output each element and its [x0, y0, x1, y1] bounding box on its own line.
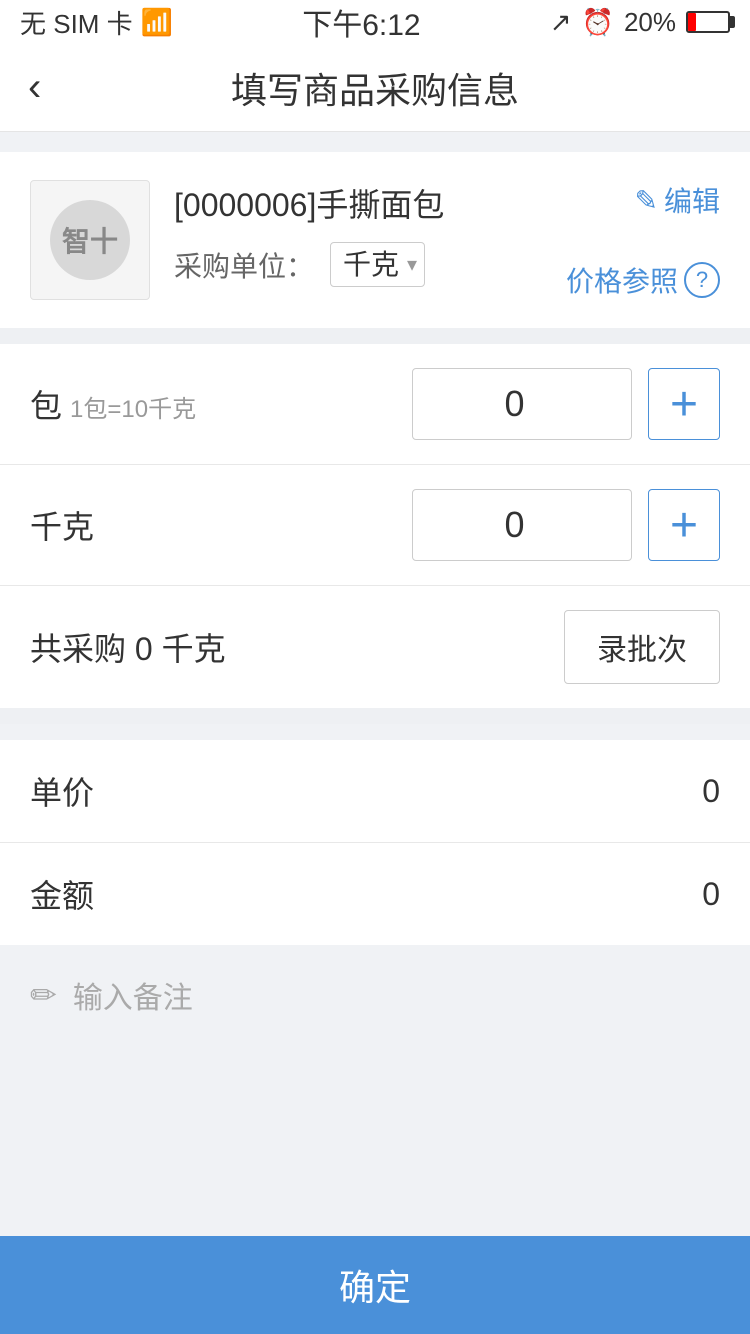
bao-sublabel: 1包=10千克	[70, 396, 196, 423]
location-icon: ↗	[550, 7, 572, 38]
section-divider-2	[0, 708, 750, 724]
product-title: 手撕面包	[316, 187, 444, 223]
bao-plus-button[interactable]: +	[648, 368, 720, 440]
summary-row: 共采购 0 千克 录批次	[0, 586, 750, 708]
unit-label: 采购单位：	[174, 245, 314, 285]
unit-select-wrapper[interactable]: 千克 克 包	[330, 242, 425, 287]
summary-prefix: 共采购	[30, 631, 126, 667]
status-bar-right: ↗ ⏰ 20%	[550, 7, 730, 38]
notes-placeholder: 输入备注	[73, 973, 193, 1017]
kg-input-wrapper: +	[170, 489, 720, 561]
alarm-icon: ⏰	[582, 7, 614, 38]
status-bar-time: 下午6:12	[302, 0, 420, 44]
sim-status: 无 SIM 卡	[20, 4, 133, 41]
input-section: 包1包=10千克 + 千克 + 共采购 0 千克 录批次	[0, 344, 750, 708]
unit-select[interactable]: 千克 克 包	[330, 242, 425, 287]
product-card: 智十 [0000006]手撕面包 采购单位： 千克 克 包 ✎ 编辑 价格参照 …	[0, 152, 750, 328]
summary-unit: 千克	[162, 631, 226, 667]
bottom-spacer	[0, 1045, 750, 1143]
batch-button[interactable]: 录批次	[564, 610, 720, 684]
amount-label: 金额	[30, 871, 94, 917]
status-bar: 无 SIM 卡 📶 下午6:12 ↗ ⏰ 20%	[0, 0, 750, 44]
product-image: 智十	[30, 180, 150, 300]
pencil-icon: ✏	[30, 976, 57, 1014]
product-logo: 智十	[50, 200, 130, 280]
kg-plus-button[interactable]: +	[648, 489, 720, 561]
question-icon: ?	[684, 262, 720, 298]
battery-percentage: 20%	[624, 7, 676, 38]
unit-price-row: 单价 0	[0, 740, 750, 843]
bao-label: 包1包=10千克	[30, 381, 196, 427]
amount-value: 0	[702, 876, 720, 913]
nav-bar: ‹ 填写商品采购信息	[0, 44, 750, 132]
kg-input-row: 千克 +	[0, 465, 750, 586]
summary-text: 共采购 0 千克	[30, 624, 226, 670]
edit-icon: ✎	[635, 184, 658, 217]
price-section: 单价 0 金额 0	[0, 740, 750, 945]
kg-label: 千克	[30, 502, 150, 548]
unit-price-value: 0	[702, 773, 720, 810]
confirm-label: 确定	[339, 1259, 411, 1311]
unit-price-label: 单价	[30, 768, 94, 814]
edit-label: 编辑	[664, 180, 720, 220]
wifi-icon: 📶	[141, 7, 173, 38]
battery-icon	[686, 11, 730, 33]
kg-input[interactable]	[412, 489, 632, 561]
bao-input-row: 包1包=10千克 +	[0, 344, 750, 465]
confirm-button[interactable]: 确定	[0, 1236, 750, 1334]
section-divider-1	[0, 328, 750, 344]
product-code: [0000006]	[174, 187, 316, 223]
price-ref-button[interactable]: 价格参照 ?	[566, 260, 720, 300]
edit-button[interactable]: ✎ 编辑	[635, 180, 720, 220]
amount-row: 金额 0	[0, 843, 750, 945]
page-title: 填写商品采购信息	[231, 62, 519, 114]
back-button[interactable]: ‹	[28, 65, 41, 110]
price-ref-label: 价格参照	[566, 260, 678, 300]
notes-section[interactable]: ✏ 输入备注	[0, 945, 750, 1045]
bao-input[interactable]	[412, 368, 632, 440]
bao-input-wrapper: +	[216, 368, 720, 440]
summary-value: 0	[135, 631, 153, 667]
status-bar-left: 无 SIM 卡 📶	[20, 4, 173, 41]
